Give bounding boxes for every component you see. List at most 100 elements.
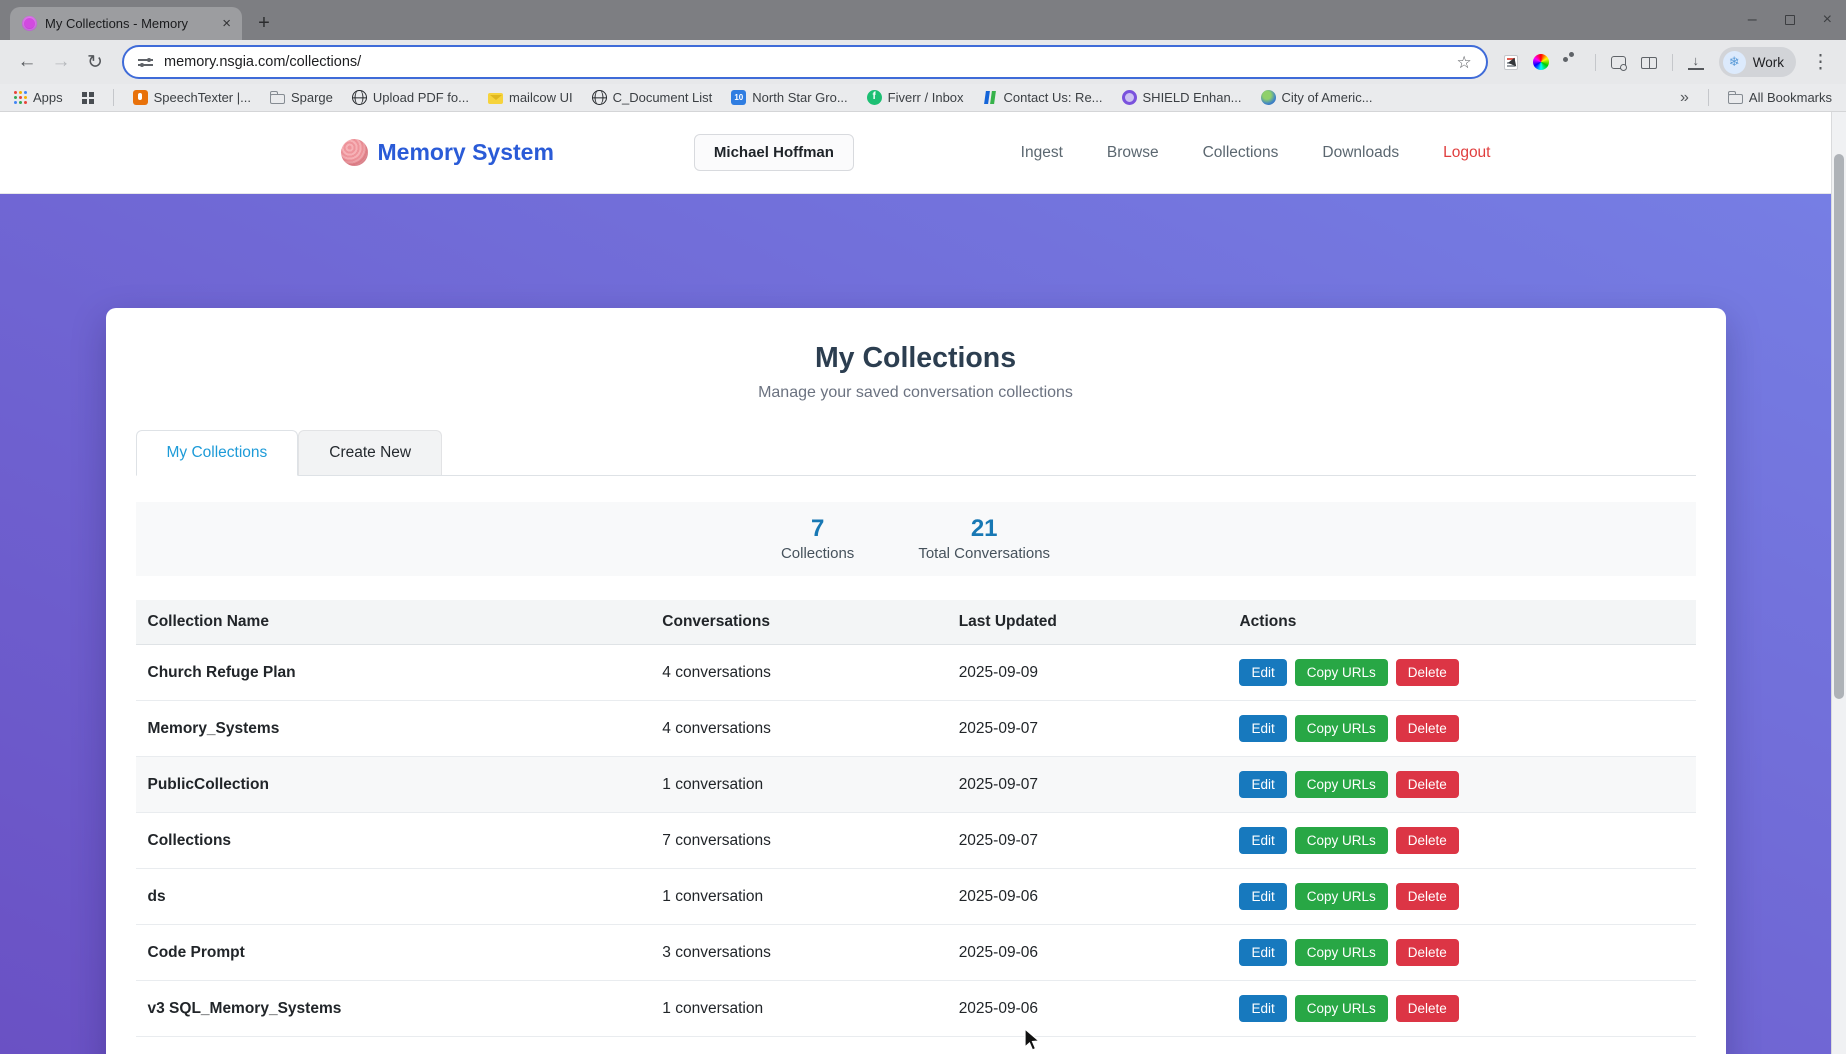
brand[interactable]: Memory System bbox=[340, 139, 554, 166]
tab-close-icon[interactable]: × bbox=[219, 15, 234, 32]
last-updated: 2025-09-09 bbox=[958, 663, 1038, 681]
globe-icon bbox=[351, 90, 367, 105]
web-page: Memory System Michael Hoffman Ingest Bro… bbox=[0, 112, 1831, 1054]
edit-button[interactable]: Edit bbox=[1239, 883, 1287, 910]
address-bar[interactable]: memory.nsgia.com/collections/ ☆ bbox=[122, 45, 1488, 79]
apps-grid-icon bbox=[14, 91, 27, 104]
downloads-icon[interactable]: ↓ bbox=[1687, 54, 1704, 70]
copy-urls-button[interactable]: Copy URLs bbox=[1294, 659, 1388, 686]
menu-icon[interactable]: ⋮ bbox=[1811, 53, 1830, 72]
bookmarks-overflow-chevron[interactable]: » bbox=[1680, 89, 1689, 107]
bookmark-item[interactable]: Fiverr / Inbox bbox=[866, 90, 964, 105]
copy-urls-button[interactable]: Copy URLs bbox=[1294, 995, 1388, 1022]
fiverr-icon bbox=[866, 90, 882, 105]
extension-colorwheel-icon[interactable] bbox=[1532, 54, 1549, 70]
back-button[interactable]: ← bbox=[12, 51, 42, 73]
folder-icon bbox=[1727, 91, 1743, 104]
site-header: Memory System Michael Hoffman Ingest Bro… bbox=[0, 112, 1831, 194]
site-settings-icon[interactable] bbox=[138, 55, 153, 69]
collection-name: Church Refuge Plan bbox=[147, 663, 296, 681]
delete-button[interactable]: Delete bbox=[1395, 715, 1459, 742]
collection-name: v3 SQL_Memory_Systems bbox=[147, 999, 342, 1017]
user-button[interactable]: Michael Hoffman bbox=[693, 134, 854, 171]
collection-name: ds bbox=[147, 887, 166, 905]
mouse-cursor bbox=[1024, 1028, 1041, 1051]
extension-page-icon[interactable] bbox=[1503, 54, 1518, 70]
browser-tab[interactable]: My Collections - Memory × bbox=[10, 7, 242, 40]
profile-button[interactable]: ❄ Work bbox=[1718, 47, 1796, 77]
delete-button[interactable]: Delete bbox=[1395, 771, 1459, 798]
reload-button[interactable]: ↻ bbox=[80, 51, 110, 74]
bookmark-item[interactable]: C_Document List bbox=[591, 90, 712, 105]
browser-titlebar: My Collections - Memory × + – × bbox=[0, 0, 1846, 40]
col-header-updated: Last Updated bbox=[958, 613, 1057, 630]
nav-browse[interactable]: Browse bbox=[1107, 144, 1159, 162]
bookmark-item[interactable]: Sparge bbox=[269, 90, 333, 105]
nav-collections[interactable]: Collections bbox=[1203, 144, 1279, 162]
delete-button[interactable]: Delete bbox=[1395, 939, 1459, 966]
close-window-button[interactable]: × bbox=[1823, 12, 1832, 28]
nav-logout[interactable]: Logout bbox=[1443, 144, 1490, 162]
nav-downloads[interactable]: Downloads bbox=[1322, 144, 1399, 162]
apps-label: Apps bbox=[33, 90, 63, 105]
page-scrollbar[interactable] bbox=[1831, 112, 1846, 1054]
edit-button[interactable]: Edit bbox=[1239, 715, 1287, 742]
bookmark-item[interactable]: North Star Gro... bbox=[731, 90, 848, 105]
edit-button[interactable]: Edit bbox=[1239, 827, 1287, 854]
page-background: My Collections Manage your saved convers… bbox=[0, 194, 1831, 1054]
speechtexter-icon bbox=[132, 90, 148, 105]
edit-button[interactable]: Edit bbox=[1239, 939, 1287, 966]
purple-ring-icon bbox=[1121, 90, 1137, 105]
copy-urls-button[interactable]: Copy URLs bbox=[1294, 883, 1388, 910]
bookmark-item[interactable]: City of Americ... bbox=[1260, 90, 1373, 105]
delete-button[interactable]: Delete bbox=[1395, 827, 1459, 854]
bookmark-item[interactable]: Upload PDF fo... bbox=[351, 90, 469, 105]
delete-button[interactable]: Delete bbox=[1395, 883, 1459, 910]
bookmark-item[interactable]: SHIELD Enhan... bbox=[1121, 90, 1242, 105]
copy-urls-button[interactable]: Copy URLs bbox=[1294, 771, 1388, 798]
bookmark-item[interactable]: Contact Us: Re... bbox=[983, 90, 1103, 105]
table-row: Church Refuge Plan 4 conversations 2025-… bbox=[135, 645, 1696, 701]
card-tabs: My Collections Create New bbox=[135, 430, 1696, 476]
stat-total-conversations: 21 Total Conversations bbox=[918, 515, 1050, 562]
copy-urls-button[interactable]: Copy URLs bbox=[1294, 715, 1388, 742]
last-updated: 2025-09-06 bbox=[958, 999, 1038, 1017]
copy-urls-button[interactable]: Copy URLs bbox=[1294, 827, 1388, 854]
url-text: memory.nsgia.com/collections/ bbox=[164, 54, 362, 70]
mail-icon bbox=[488, 93, 503, 104]
edit-button[interactable]: Edit bbox=[1239, 771, 1287, 798]
all-bookmarks-button[interactable]: All Bookmarks bbox=[1727, 90, 1832, 105]
tab-create-new[interactable]: Create New bbox=[298, 430, 443, 475]
scrollbar-thumb[interactable] bbox=[1834, 154, 1844, 699]
edit-button[interactable]: Edit bbox=[1239, 659, 1287, 686]
minimize-button[interactable]: – bbox=[1748, 12, 1757, 28]
col-header-name: Collection Name bbox=[147, 613, 269, 630]
restore-button[interactable] bbox=[1784, 11, 1799, 25]
last-updated: 2025-09-07 bbox=[958, 831, 1038, 849]
tab-my-collections[interactable]: My Collections bbox=[135, 430, 299, 476]
bookmark-star-icon[interactable]: ☆ bbox=[1456, 54, 1471, 71]
grid-bookmark-icon[interactable] bbox=[81, 92, 94, 104]
toolbar-right-cluster: ↓ ❄ Work ⋮ bbox=[1500, 47, 1834, 77]
page-title: My Collections bbox=[814, 342, 1017, 374]
nav-ingest[interactable]: Ingest bbox=[1021, 144, 1063, 162]
table-row: v3 SQL_Memory_Systems 1 conversation 202… bbox=[135, 981, 1696, 1037]
bookmark-item[interactable]: SpeechTexter |... bbox=[132, 90, 251, 105]
edit-button[interactable]: Edit bbox=[1239, 995, 1287, 1022]
toolbar-separator bbox=[1594, 53, 1596, 71]
profile-label: Work bbox=[1752, 54, 1784, 70]
new-tab-button[interactable]: + bbox=[250, 9, 278, 37]
delete-button[interactable]: Delete bbox=[1395, 659, 1459, 686]
stat-value: 7 bbox=[810, 514, 825, 542]
browser-toolbar: ← → ↻ memory.nsgia.com/collections/ ☆ ↓ … bbox=[0, 40, 1846, 84]
reading-list-icon[interactable] bbox=[1640, 57, 1657, 69]
reading-mode-icon[interactable] bbox=[1610, 56, 1627, 71]
tab-title: My Collections - Memory bbox=[45, 16, 189, 31]
bookmark-item[interactable]: mailcow UI bbox=[488, 90, 573, 105]
table-row: PublicCollection 1 conversation 2025-09-… bbox=[135, 757, 1696, 813]
copy-urls-button[interactable]: Copy URLs bbox=[1294, 939, 1388, 966]
forward-button[interactable]: → bbox=[46, 51, 76, 73]
last-updated: 2025-09-06 bbox=[958, 887, 1038, 905]
apps-shortcut[interactable]: Apps bbox=[14, 90, 63, 105]
delete-button[interactable]: Delete bbox=[1395, 995, 1459, 1022]
